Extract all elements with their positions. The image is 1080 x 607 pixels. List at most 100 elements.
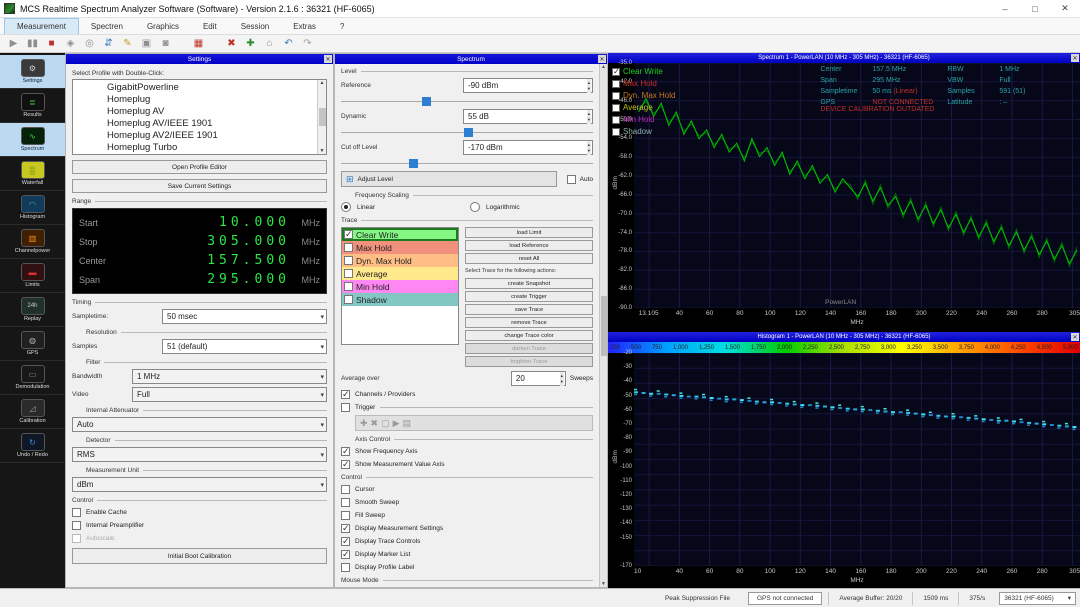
- trace-checkbox-max-hold[interactable]: [344, 243, 353, 252]
- sidebar-item-gps[interactable]: ◍GPS: [0, 327, 65, 361]
- control-checkbox-smooth-sweep[interactable]: [341, 498, 350, 507]
- export-icon[interactable]: ⇵: [101, 37, 116, 51]
- menu-item-graphics[interactable]: Graphics: [135, 19, 191, 34]
- sidebar-item-histogram[interactable]: ◠Histogram: [0, 191, 65, 225]
- channels-providers-checkbox[interactable]: [341, 390, 350, 399]
- play-icon[interactable]: ▶: [6, 37, 21, 51]
- disconnect-icon[interactable]: ✖: [224, 37, 239, 51]
- spectrum-chart-close-icon[interactable]: ✕: [1071, 54, 1079, 62]
- bandwidth-select[interactable]: 1 MHz: [132, 369, 327, 384]
- scroll-thumb[interactable]: [319, 108, 326, 126]
- reference-spinbox[interactable]: -90 dBm: [463, 78, 593, 93]
- profile-homeplug[interactable]: Homeplug: [73, 94, 326, 106]
- attenuator-select[interactable]: Auto: [72, 417, 327, 432]
- create-snapshot-button[interactable]: create Snapshot: [465, 278, 593, 289]
- sidebar-item-calibration[interactable]: ◿Calibration: [0, 395, 65, 429]
- legend-item-min-hold[interactable]: Min Hold: [612, 114, 675, 125]
- cutoff-spinbox[interactable]: -170 dBm: [463, 140, 593, 155]
- initial-boot-calibration-button[interactable]: Initial Boot Calibration: [72, 548, 327, 564]
- control-checkbox-display-profile-label[interactable]: [341, 563, 350, 572]
- remove-trace-button[interactable]: remove Trace: [465, 317, 593, 328]
- linear-radio[interactable]: [341, 202, 351, 212]
- menu-item-edit[interactable]: Edit: [191, 19, 229, 34]
- control-checkbox-display-trace-controls[interactable]: [341, 537, 350, 546]
- create-trigger-button[interactable]: create Trigger: [465, 291, 593, 302]
- menu-item-item[interactable]: ?: [328, 19, 356, 34]
- legend-item-average[interactable]: Average: [612, 102, 675, 113]
- sidebar-item-demodulation[interactable]: ▭Demodulation: [0, 361, 65, 395]
- trace-checkbox-average[interactable]: [344, 269, 353, 278]
- video-select[interactable]: Full: [132, 387, 327, 402]
- trace-row-min-hold[interactable]: Min Hold: [342, 280, 458, 293]
- profile-gigabitpowerline[interactable]: GigabitPowerline: [73, 82, 326, 94]
- adjust-level-button[interactable]: ⊞ Adjust Level: [341, 171, 557, 187]
- close-icon[interactable]: ✕: [1050, 0, 1080, 17]
- sidebar-item-channelpower[interactable]: ▥Channelpower: [0, 225, 65, 259]
- scroll-up-icon[interactable]: ▲: [320, 80, 325, 86]
- legend-checkbox-min-hold[interactable]: [612, 116, 620, 124]
- sampletime-select[interactable]: 50 msec: [162, 309, 327, 324]
- load-limit-button[interactable]: load Limit: [465, 227, 593, 238]
- trace-row-shadow[interactable]: Shadow: [342, 293, 458, 306]
- trace-checkbox-shadow[interactable]: [344, 295, 353, 304]
- samples-select[interactable]: 51 (default): [162, 339, 327, 354]
- legend-item-dyn-max-hold[interactable]: Dyn. Max Hold: [612, 90, 675, 101]
- sidebar-item-results[interactable]: ≣Results: [0, 89, 65, 123]
- sidebar-item-settings[interactable]: ⚙Settings: [0, 55, 65, 89]
- control-checkbox-cursor[interactable]: [341, 485, 350, 494]
- detector-select[interactable]: RMS: [72, 447, 327, 462]
- scroll-down-icon[interactable]: ▼: [320, 148, 325, 154]
- device-select[interactable]: 36321 (HF-6065)▾: [999, 592, 1076, 605]
- undo-icon[interactable]: ↶: [281, 37, 296, 51]
- connect-icon[interactable]: ✚: [243, 37, 258, 51]
- save-current-settings-button[interactable]: Save Current Settings: [72, 179, 327, 193]
- logarithmic-radio[interactable]: [470, 202, 480, 212]
- record-icon[interactable]: ■: [44, 37, 59, 51]
- legend-item-shadow[interactable]: Shadow: [612, 126, 675, 137]
- legend-item-clear-write[interactable]: Clear Write: [612, 66, 675, 77]
- profile-homeplug-av[interactable]: Homeplug AV: [73, 106, 326, 118]
- menu-item-extras[interactable]: Extras: [281, 19, 328, 34]
- trace-checkbox-clear-write[interactable]: [344, 230, 353, 239]
- trace-checkbox-min-hold[interactable]: [344, 282, 353, 291]
- trace-checkbox-dyn-max-hold[interactable]: [344, 256, 353, 265]
- camera-icon[interactable]: ◙: [158, 37, 173, 51]
- sidebar-item-waterfall[interactable]: ▒Waterfall: [0, 157, 65, 191]
- probe-icon[interactable]: ◈: [63, 37, 78, 51]
- dynamic-slider[interactable]: [341, 127, 593, 137]
- cutoff-slider[interactable]: [341, 158, 593, 168]
- profile-homeplug-turbo[interactable]: Homeplug Turbo: [73, 142, 326, 154]
- unit-select[interactable]: dBm: [72, 477, 327, 492]
- trace-row-max-hold[interactable]: Max Hold: [342, 241, 458, 254]
- settings-control-checkbox-internal-preamplifier[interactable]: [72, 521, 81, 530]
- sidebar-item-limits[interactable]: ▬Limits: [0, 259, 65, 293]
- trace-row-average[interactable]: Average: [342, 267, 458, 280]
- reset-all-button[interactable]: reset All: [465, 253, 593, 264]
- open-profile-editor-button[interactable]: Open Profile Editor: [72, 160, 327, 174]
- average-spinbox[interactable]: 20: [511, 371, 566, 386]
- settings-control-checkbox-enable-cache[interactable]: [72, 508, 81, 517]
- sidebar-item-replay[interactable]: 24hReplay: [0, 293, 65, 327]
- trace-row-dyn-max-hold[interactable]: Dyn. Max Hold: [342, 254, 458, 267]
- menu-item-session[interactable]: Session: [229, 19, 281, 34]
- pause-icon[interactable]: ▮▮: [25, 37, 40, 51]
- profile-homeplug-av2-ieee-1901[interactable]: Homeplug AV2/IEEE 1901: [73, 130, 326, 142]
- legend-checkbox-average[interactable]: [612, 104, 620, 112]
- maximize-icon[interactable]: □: [1020, 0, 1050, 17]
- cd-icon[interactable]: ◎: [82, 37, 97, 51]
- load-reference-button[interactable]: load Reference: [465, 240, 593, 251]
- dynamic-spinbox[interactable]: 55 dB: [463, 109, 593, 124]
- edit-delete-icon[interactable]: ✎: [120, 37, 135, 51]
- copy-window-icon[interactable]: ▣: [139, 37, 154, 51]
- control-checkbox-display-measurement-settings[interactable]: [341, 524, 350, 533]
- control-checkbox-display-marker-list[interactable]: [341, 550, 350, 559]
- trace-list[interactable]: Clear WriteMax HoldDyn. Max HoldAverageM…: [341, 227, 459, 345]
- sidebar-item-spectrum[interactable]: ∿Spectrum: [0, 123, 65, 157]
- spectrum-panel-close-icon[interactable]: ✕: [598, 55, 606, 63]
- change-trace-color-button[interactable]: change Trace color: [465, 330, 593, 341]
- auto-checkbox[interactable]: [567, 175, 576, 184]
- axis-control-checkbox-show-measurement-value-axis[interactable]: [341, 460, 350, 469]
- legend-checkbox-shadow[interactable]: [612, 128, 620, 136]
- home-icon[interactable]: ⌂: [262, 37, 277, 51]
- spectrum-panel-scrollbar[interactable]: ▲▼: [599, 64, 607, 587]
